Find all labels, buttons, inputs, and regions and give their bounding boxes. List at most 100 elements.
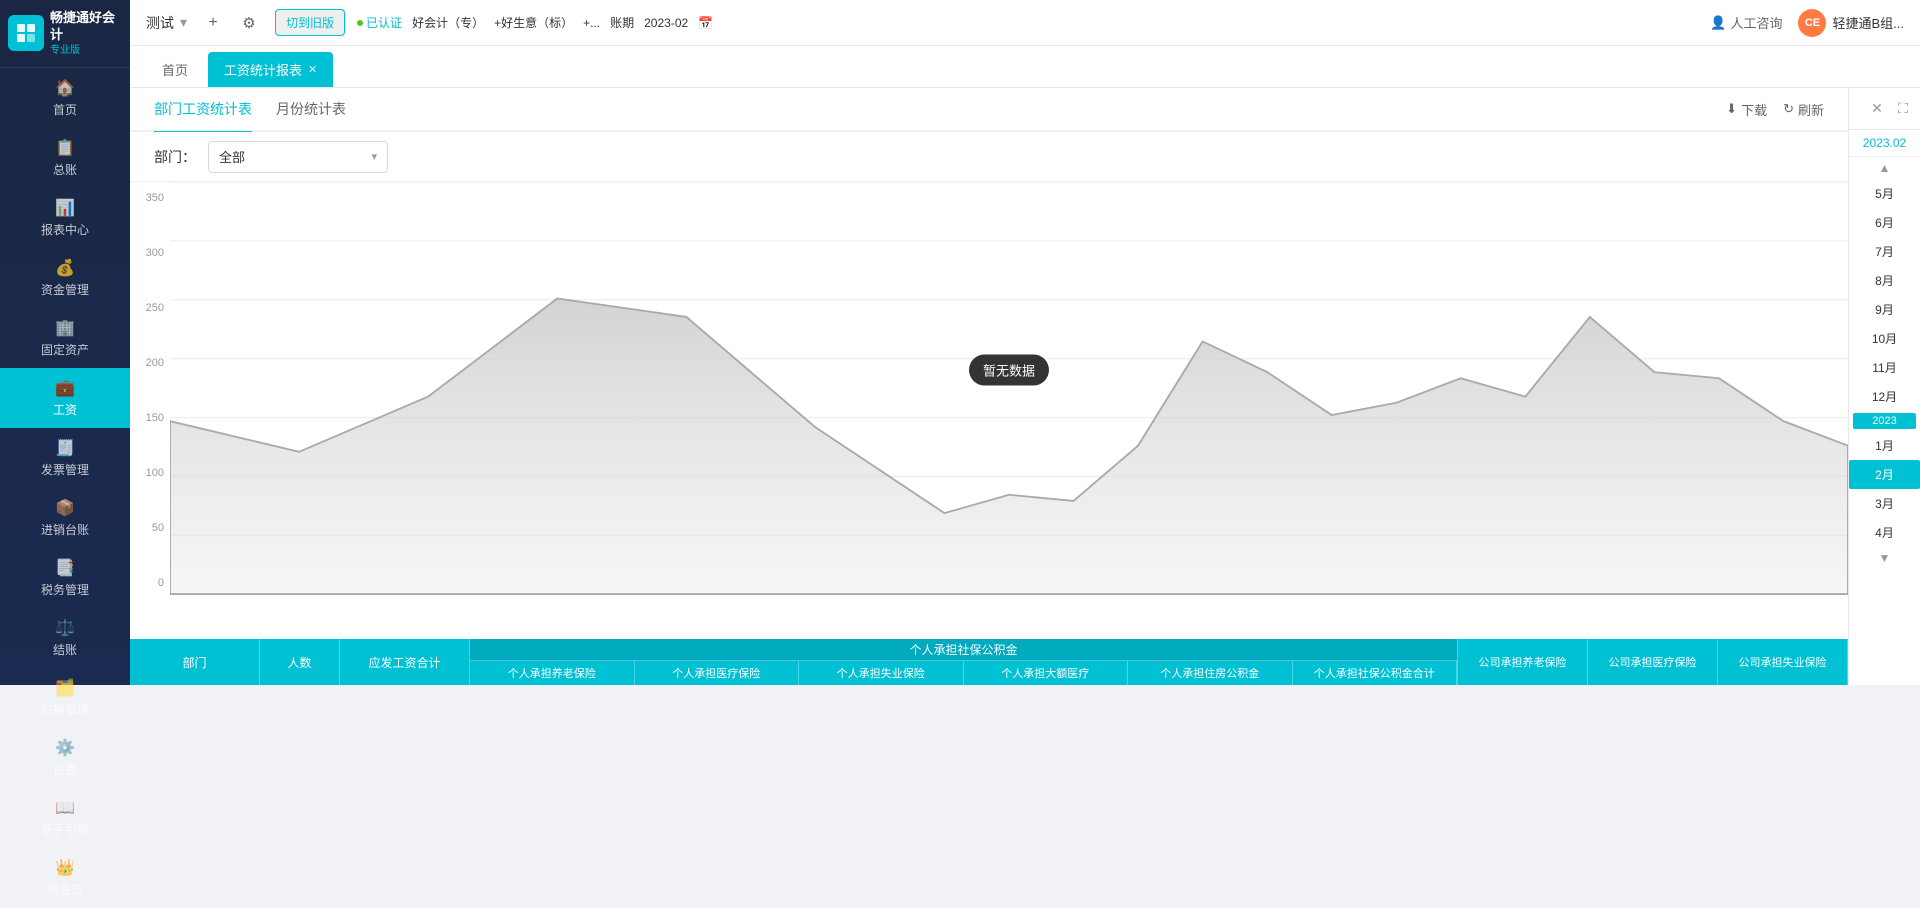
- expand-popup-button[interactable]: ⛶: [1892, 98, 1914, 120]
- dept-select[interactable]: 全部 ▾: [208, 141, 388, 173]
- sidebar-label-ledger: 总账: [53, 161, 77, 178]
- sidebar-label-home: 首页: [53, 101, 77, 118]
- sidebar-label-settings: 设置: [53, 761, 77, 778]
- sidebar-label-tax: 税务管理: [41, 581, 89, 598]
- sidebar-label-reports: 报表中心: [41, 221, 89, 238]
- refresh-button[interactable]: ↻ 刷新: [1783, 100, 1824, 119]
- sidebar-label-funds: 资金管理: [41, 281, 89, 298]
- chart-svg: [170, 182, 1848, 599]
- header-right: 👤 人工咨询 CE 轻捷通B组...: [1710, 9, 1904, 37]
- no-data-label: 暂无数据: [983, 363, 1035, 378]
- date-nav-up[interactable]: ▲: [1849, 157, 1920, 179]
- sidebar-label-purchase: 进销台账: [41, 521, 89, 538]
- download-icon: ⬇: [1726, 101, 1737, 117]
- col-dept: 部门: [130, 639, 260, 685]
- certified-badge: 已认证: [357, 14, 402, 31]
- right-panel: ✕ ⛶ 2023.02 ▲ 5月 6月 7月 8月: [1848, 88, 1920, 685]
- settings-header-button[interactable]: ⚙: [235, 9, 263, 37]
- main-area: 测试 ▾ + ⚙ 切到旧版 已认证 好会计（专） +好生意（标） +... 账期…: [130, 0, 1920, 685]
- chart-area: 暂无数据: [170, 182, 1848, 599]
- date-month-4[interactable]: 4月: [1849, 518, 1920, 547]
- content-area: 部门工资统计表 月份统计表 ⬇ 下载 ↻ 刷新: [130, 88, 1920, 685]
- certified-label: 已认证: [366, 14, 402, 31]
- date-month-7[interactable]: 7月: [1849, 237, 1920, 266]
- sidebar-item-invoice[interactable]: 🧾 发票管理: [0, 428, 130, 488]
- sub-tab-dept-label: 部门工资统计表: [154, 101, 252, 117]
- logo-text: 畅捷通好会计 专业版: [50, 10, 122, 57]
- download-label: 下载: [1741, 100, 1767, 119]
- date-month-10[interactable]: 10月: [1849, 324, 1920, 353]
- col-headcount: 人数: [260, 639, 340, 685]
- settings-icon: ⚙️: [55, 738, 75, 758]
- sidebar-item-reports[interactable]: 📊 报表中心: [0, 188, 130, 248]
- assets-icon: 🏢: [55, 318, 75, 338]
- sidebar-item-guide[interactable]: 📖 新手引导: [0, 788, 130, 848]
- date-month-5[interactable]: 5月: [1849, 179, 1920, 208]
- date-month-11[interactable]: 11月: [1849, 353, 1920, 382]
- sub-tabs: 部门工资统计表 月份统计表: [154, 88, 346, 131]
- user-name: 轻捷通B组...: [1832, 13, 1904, 32]
- help-button[interactable]: 👤 人工咨询: [1710, 13, 1782, 32]
- tab-bar: 首页 工资统计报表 ✕: [130, 46, 1920, 88]
- date-month-9[interactable]: 9月: [1849, 295, 1920, 324]
- sub-tab-dept[interactable]: 部门工资统计表: [154, 88, 252, 133]
- tab-close-icon[interactable]: ✕: [308, 63, 317, 76]
- member-icon: 👑: [55, 858, 75, 878]
- tab-home[interactable]: 首页: [146, 52, 204, 87]
- sidebar-item-member[interactable]: 👑 畅会员: [0, 848, 130, 908]
- col-personal-pension: 个人承担养老保险: [470, 661, 635, 685]
- sidebar-item-tax[interactable]: 📑 税务管理: [0, 548, 130, 608]
- header-actions: + ⚙: [199, 9, 263, 37]
- sidebar-item-archive[interactable]: 🗂️ 归档管理: [0, 668, 130, 728]
- header-project: 测试 ▾: [146, 13, 187, 33]
- more-label: +...: [583, 16, 600, 30]
- accounting-type: 好会计（专）: [412, 14, 484, 31]
- add-button[interactable]: +: [199, 9, 227, 37]
- refresh-label: 刷新: [1798, 100, 1824, 119]
- date-month-2-active[interactable]: 2月: [1849, 460, 1920, 489]
- tab-salary-report[interactable]: 工资统计报表 ✕: [208, 52, 333, 87]
- user-avatar: CE: [1798, 9, 1826, 37]
- date-month-3[interactable]: 3月: [1849, 489, 1920, 518]
- header-status: 已认证 好会计（专） +好生意（标） +... 账期 2023-02 📅: [357, 14, 713, 31]
- date-panel-current: 2023.02: [1849, 130, 1920, 157]
- help-label: 人工咨询: [1730, 13, 1782, 32]
- calendar-icon[interactable]: 📅: [698, 16, 713, 30]
- close-popup-button[interactable]: ✕: [1866, 98, 1888, 120]
- ledger-icon: 📋: [55, 138, 75, 158]
- sidebar-item-assets[interactable]: 🏢 固定资产: [0, 308, 130, 368]
- sidebar-item-settle[interactable]: ⚖️ 结账: [0, 608, 130, 668]
- user-info[interactable]: CE 轻捷通B组...: [1798, 9, 1904, 37]
- archive-icon: 🗂️: [55, 678, 75, 698]
- download-button[interactable]: ⬇ 下载: [1726, 100, 1767, 119]
- date-month-12[interactable]: 12月: [1849, 382, 1920, 411]
- sidebar-label-invoice: 发票管理: [41, 461, 89, 478]
- date-nav-down[interactable]: ▼: [1849, 547, 1920, 569]
- sub-tab-monthly[interactable]: 月份统计表: [276, 88, 346, 133]
- reports-icon: 📊: [55, 198, 75, 218]
- logo-icon: [8, 15, 44, 51]
- sidebar-item-purchase[interactable]: 📦 进销台账: [0, 488, 130, 548]
- col-personal-unemployment: 个人承担失业保险: [799, 661, 964, 685]
- sidebar-item-ledger[interactable]: 📋 总账: [0, 128, 130, 188]
- filter-bar: 部门： 全部 ▾: [130, 132, 1848, 182]
- switch-old-button[interactable]: 切到旧版: [275, 9, 345, 36]
- sidebar-item-funds[interactable]: 💰 资金管理: [0, 248, 130, 308]
- sub-tab-monthly-label: 月份统计表: [276, 101, 346, 117]
- col-personal-medical: 个人承担医疗保险: [635, 661, 800, 685]
- sidebar-nav: 🏠 首页 📋 总账 📊 报表中心 💰 资金管理 🏢 固定资产 💼 工资 🧾 发票…: [0, 68, 130, 908]
- period-label: 账期: [610, 14, 634, 31]
- tax-icon: 📑: [55, 558, 75, 578]
- date-month-8[interactable]: 8月: [1849, 266, 1920, 295]
- sidebar-label-salary: 工资: [53, 401, 77, 418]
- sub-tab-actions: ⬇ 下载 ↻ 刷新: [1726, 100, 1824, 119]
- chevron-down-icon[interactable]: ▾: [180, 14, 187, 31]
- sidebar-item-salary[interactable]: 💼 工资: [0, 368, 130, 428]
- expand-icon: ⛶: [1898, 100, 1908, 117]
- col-personal-bigmedical: 个人承担大额医疗: [964, 661, 1129, 685]
- page-content: 部门工资统计表 月份统计表 ⬇ 下载 ↻ 刷新: [130, 88, 1848, 685]
- sidebar-item-home[interactable]: 🏠 首页: [0, 68, 130, 128]
- sidebar-item-settings[interactable]: ⚙️ 设置: [0, 728, 130, 788]
- date-month-6[interactable]: 6月: [1849, 208, 1920, 237]
- date-month-1[interactable]: 1月: [1849, 431, 1920, 460]
